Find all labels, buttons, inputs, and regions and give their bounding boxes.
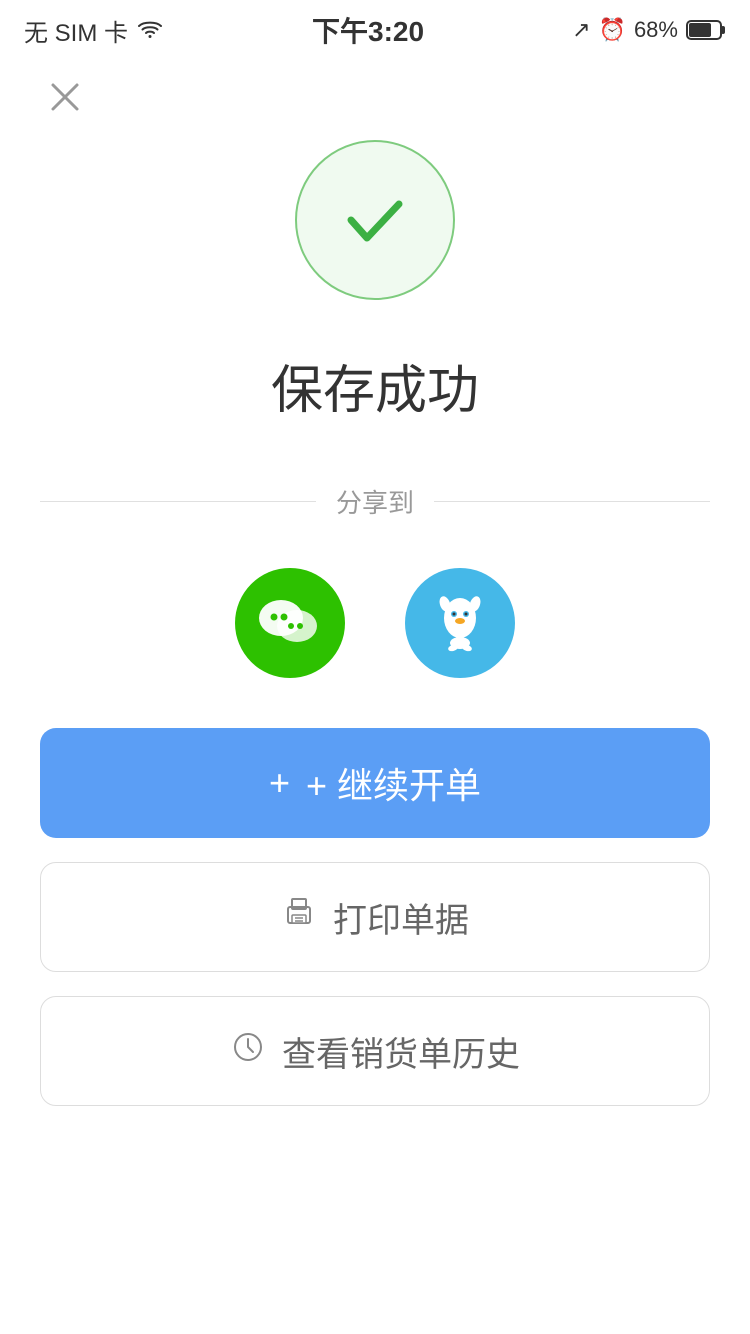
battery-percentage: 68% bbox=[634, 17, 678, 43]
action-buttons: + + 继续开单 打印单据 查看销货单 bbox=[0, 728, 750, 1106]
print-label: 打印单据 bbox=[333, 893, 469, 942]
wechat-icon bbox=[255, 593, 325, 653]
status-bar: 无 SIM 卡 下午3:20 ↗ ⏰ 68% bbox=[0, 0, 750, 60]
location-icon: ↗ bbox=[572, 17, 590, 43]
sim-label: 无 SIM 卡 bbox=[24, 13, 128, 48]
success-circle bbox=[295, 140, 455, 300]
qq-share-button[interactable] bbox=[405, 568, 515, 678]
print-icon bbox=[281, 895, 317, 940]
status-left: 无 SIM 卡 bbox=[24, 13, 164, 48]
qq-icon bbox=[425, 588, 495, 658]
share-label: 分享到 bbox=[336, 483, 414, 520]
status-right: ↗ ⏰ 68% bbox=[572, 17, 726, 43]
history-button[interactable]: 查看销货单历史 bbox=[40, 996, 710, 1106]
battery-icon bbox=[686, 19, 726, 41]
alarm-icon: ⏰ bbox=[599, 17, 626, 43]
continue-label: + 继续开单 bbox=[306, 757, 481, 809]
share-section: 分享到 bbox=[0, 483, 750, 678]
history-icon bbox=[230, 1029, 266, 1074]
close-button[interactable] bbox=[40, 72, 90, 122]
main-content: 保存成功 分享到 bbox=[0, 60, 750, 1106]
history-label: 查看销货单历史 bbox=[282, 1027, 520, 1076]
continue-order-button[interactable]: + + 继续开单 bbox=[40, 728, 710, 838]
print-button[interactable]: 打印单据 bbox=[40, 862, 710, 972]
divider-left bbox=[40, 501, 316, 502]
status-time: 下午3:20 bbox=[312, 10, 424, 50]
wechat-share-button[interactable] bbox=[235, 568, 345, 678]
share-icons bbox=[40, 568, 710, 678]
success-title: 保存成功 bbox=[271, 348, 479, 423]
share-divider: 分享到 bbox=[40, 483, 710, 520]
divider-right bbox=[434, 501, 710, 502]
wifi-icon bbox=[136, 20, 164, 40]
checkmark-icon bbox=[335, 180, 415, 260]
continue-icon: + bbox=[269, 762, 290, 804]
